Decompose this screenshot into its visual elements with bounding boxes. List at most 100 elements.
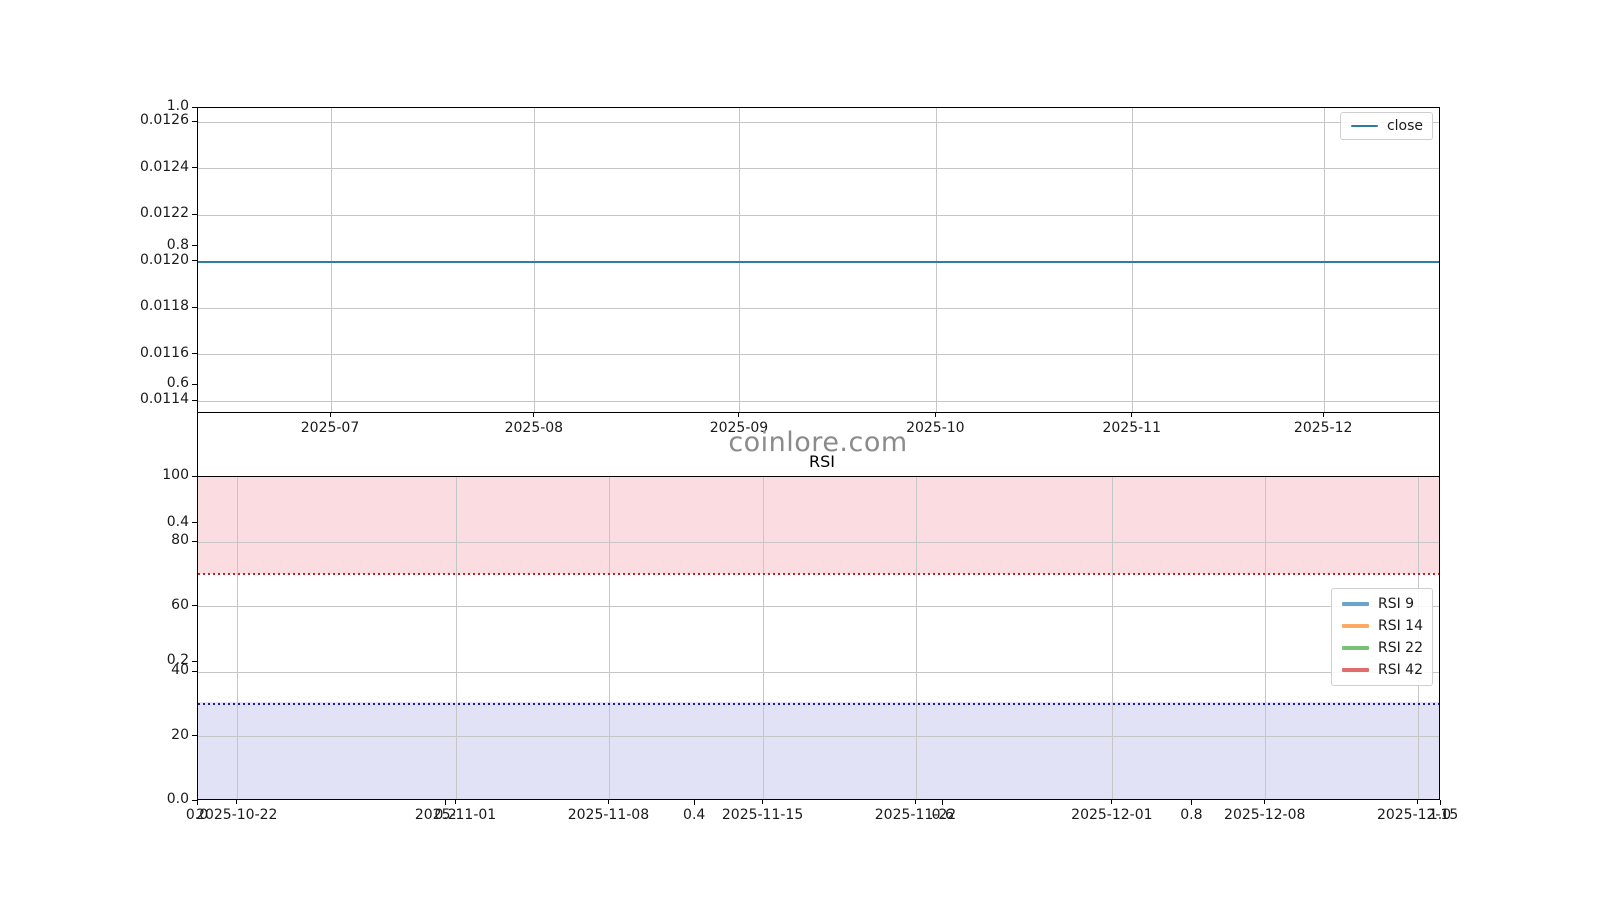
chart-figure: close RSI 9 RSI 14 RSI 22 RSI 42 coinlore.c…: [0, 0, 1600, 900]
x-tick-label: 2025-08: [504, 420, 564, 436]
y-tick-mark: [192, 735, 197, 737]
x-tick-mark: [607, 800, 609, 804]
gridline-v: [763, 477, 765, 799]
gridline-h: [198, 354, 1439, 356]
y-tick-mark: [192, 306, 197, 308]
x-tick-mark: [738, 413, 740, 417]
x-tick-mark: [1264, 800, 1266, 804]
x-tick-mark: [329, 413, 331, 417]
rsi-title: RSI: [809, 452, 835, 471]
x-tick-label: 2025-11: [1102, 420, 1161, 436]
gridline-v: [456, 477, 458, 799]
gridline-h: [198, 168, 1439, 170]
overlay-x-tick-label: 1.0: [1428, 807, 1452, 823]
y-tick-mark: [192, 475, 197, 477]
gridline-v: [915, 477, 917, 799]
y-tick-label: 0.0120: [140, 251, 189, 268]
x-tick-mark: [236, 800, 238, 804]
close-line: [198, 260, 1439, 263]
rsi-legend-label: RSI 42: [1377, 662, 1423, 678]
rsi-legend-label: RSI 9: [1377, 596, 1415, 612]
x-tick-label: 2025-12-01: [1071, 807, 1153, 823]
overlay-y-tick-mark: [192, 799, 197, 801]
overlay-x-tick-label: 0.6: [931, 807, 954, 823]
close-line-swatch: [1350, 124, 1378, 128]
price-legend: close: [1339, 112, 1433, 140]
rsi-line-swatch: [1341, 668, 1369, 672]
gridline-h: [198, 214, 1439, 216]
overlay-y-tick-label: 1.0: [166, 98, 189, 114]
overlay-y-tick-label: 0.4: [166, 513, 189, 530]
y-tick-mark: [192, 120, 197, 122]
price-chart: close: [197, 107, 1440, 413]
overlay-x-tick-label: 0.2: [434, 807, 457, 823]
overlay-y-tick-label: 0.6: [166, 375, 189, 392]
rsi-legend-row: RSI 22: [1341, 640, 1423, 656]
x-tick-label: 2025-07: [300, 420, 360, 436]
rsi-line-swatch: [1341, 646, 1369, 650]
x-tick-label: 2025-12: [1293, 420, 1353, 436]
overlay-x-tick-mark: [942, 800, 944, 805]
y-tick-mark: [192, 540, 197, 542]
y-tick-label: 60: [171, 596, 189, 613]
x-tick-mark: [1322, 413, 1324, 417]
rsi-legend-row: RSI 42: [1341, 662, 1423, 678]
x-tick-mark: [455, 800, 457, 804]
y-tick-label: 80: [171, 532, 189, 549]
overlay-x-tick-label: 0.0: [185, 807, 209, 823]
overlay-y-tick-mark: [192, 245, 197, 247]
y-tick-mark: [192, 213, 197, 215]
overlay-x-tick-mark: [196, 800, 198, 805]
overlay-y-tick-label: 0.2: [166, 652, 189, 669]
y-tick-mark: [192, 605, 197, 607]
x-tick-mark: [1111, 800, 1113, 804]
close-legend-label: close: [1386, 118, 1423, 134]
rsi-legend-label: RSI 22: [1377, 640, 1423, 656]
overlay-y-tick-mark: [192, 522, 197, 524]
y-tick-mark: [192, 399, 197, 401]
gridline-h: [198, 736, 1439, 738]
y-tick-label: 0.0118: [140, 298, 189, 315]
overlay-y-tick-label: 0.0: [166, 791, 189, 807]
x-tick-mark: [1417, 800, 1419, 804]
rsi-legend: RSI 9 RSI 14 RSI 22 RSI 42: [1330, 588, 1433, 686]
y-tick-mark: [192, 670, 197, 672]
x-tick-mark: [762, 800, 764, 804]
gridline-v: [1112, 477, 1114, 799]
overlay-y-tick-mark: [192, 660, 197, 662]
rsi-chart: RSI 9 RSI 14 RSI 22 RSI 42: [197, 476, 1440, 800]
gridline-h: [198, 400, 1439, 402]
y-tick-label: 0.0122: [140, 205, 189, 222]
y-tick-mark: [192, 260, 197, 262]
overlay-x-tick-label: 0.8: [1180, 807, 1203, 823]
gridline-v: [1265, 477, 1267, 799]
overlay-x-tick-mark: [1190, 800, 1192, 805]
rsi-legend-row: RSI 14: [1341, 618, 1423, 634]
gridline-h: [198, 671, 1439, 673]
rsi-line-swatch: [1341, 602, 1369, 606]
x-tick-label: 2025-12-08: [1224, 807, 1306, 823]
gridline-h: [198, 541, 1439, 543]
y-tick-mark: [192, 167, 197, 169]
overlay-x-tick-mark: [445, 800, 447, 805]
x-tick-mark: [914, 800, 916, 804]
rsi-legend-label: RSI 14: [1377, 618, 1423, 634]
x-tick-label: 2025-11-08: [567, 807, 650, 823]
overbought-line: [198, 573, 1439, 576]
x-tick-mark: [1131, 413, 1133, 417]
oversold-zone: [198, 702, 1439, 799]
overlay-x-tick-mark: [1439, 800, 1441, 805]
gridline-h: [198, 307, 1439, 309]
y-tick-mark: [192, 353, 197, 355]
x-tick-mark: [934, 413, 936, 417]
gridline-v: [608, 477, 610, 799]
gridline-v: [237, 477, 239, 799]
y-tick-label: 0.0116: [140, 344, 189, 361]
gridline-h: [198, 121, 1439, 123]
x-tick-mark: [533, 413, 535, 417]
overlay-y-tick-label: 0.8: [166, 236, 189, 253]
overlay-x-tick-label: 0.4: [683, 807, 706, 823]
overlay-x-tick-mark: [693, 800, 695, 805]
overlay-y-tick-mark: [192, 106, 197, 108]
oversold-line: [198, 702, 1439, 705]
